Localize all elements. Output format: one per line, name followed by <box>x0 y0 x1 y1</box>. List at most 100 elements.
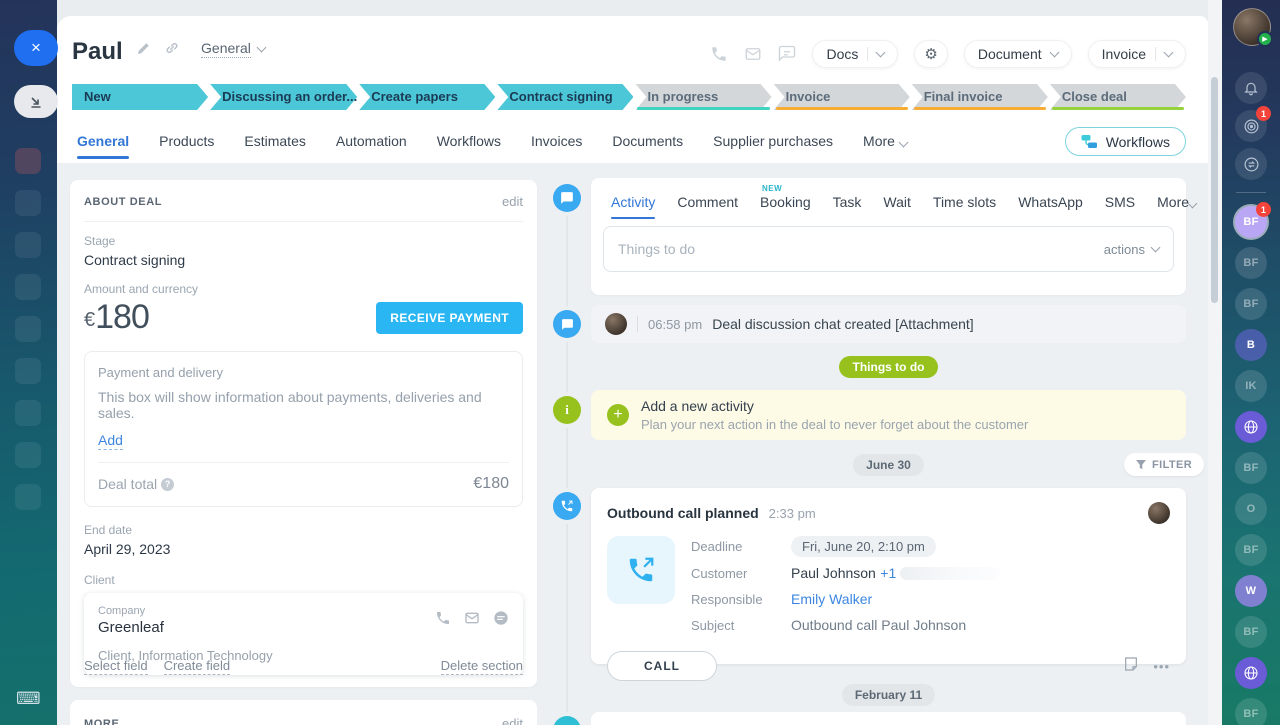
todo-input[interactable] <box>618 241 1094 257</box>
stage-invoice[interactable]: Invoice <box>774 84 910 110</box>
activity-tab-task[interactable]: Task <box>833 194 862 219</box>
sidebar-avatar-globe[interactable] <box>1235 657 1267 689</box>
activity-tab-activity[interactable]: Activity <box>611 194 656 219</box>
call-button[interactable]: CALL <box>607 651 717 681</box>
stage-discussing[interactable]: Discussing an order... <box>210 84 358 110</box>
divider <box>1236 192 1266 193</box>
add-activity-title: Add a new activity <box>641 398 754 414</box>
edit-title-icon[interactable] <box>137 42 150 60</box>
pipeline-selector[interactable]: General <box>201 40 267 58</box>
filter-button[interactable]: FILTER <box>1124 453 1205 476</box>
stage-in-progress[interactable]: In progress <box>635 84 771 110</box>
sidebar-avatar[interactable]: BF <box>1235 698 1267 725</box>
tab-workflows[interactable]: Workflows <box>437 133 501 159</box>
chevron-down-icon <box>1150 242 1161 252</box>
call-card-title: Outbound call planned <box>607 505 759 521</box>
settings-button[interactable]: ⚙ <box>914 40 948 68</box>
invoice-dropdown[interactable]: Invoice <box>1087 40 1186 68</box>
copy-link-icon[interactable] <box>165 41 179 60</box>
chat-icon[interactable] <box>778 45 796 63</box>
docs-dropdown[interactable]: Docs <box>812 40 899 68</box>
scrollbar-track[interactable] <box>1208 0 1222 725</box>
deal-amount: €180 <box>84 298 150 337</box>
client-phone-icon[interactable] <box>435 610 451 631</box>
activity-tabs: Activity Comment NEW Booking Task Wait Ti… <box>603 184 1198 219</box>
funnel-icon <box>1136 459 1146 469</box>
tab-automation[interactable]: Automation <box>336 133 407 159</box>
conversations-button[interactable] <box>1235 148 1267 180</box>
activity-tab-sms[interactable]: SMS <box>1105 194 1135 219</box>
actions-dropdown[interactable]: actions <box>1104 242 1161 257</box>
help-icon[interactable]: ? <box>161 477 175 491</box>
sidebar-avatar[interactable]: BF 1 <box>1235 202 1271 238</box>
add-activity-banner[interactable]: + Add a new activity Plan your next acti… <box>591 390 1186 440</box>
stage-final-invoice[interactable]: Final invoice <box>912 84 1048 110</box>
date-separator-february: February 11 <box>841 684 936 706</box>
stage-new[interactable]: New <box>72 84 208 110</box>
chevron-down-icon <box>898 137 909 148</box>
close-icon: × <box>31 38 41 57</box>
sidebar-avatar[interactable]: B <box>1235 329 1267 361</box>
timeline-line <box>566 192 568 725</box>
tab-invoices[interactable]: Invoices <box>531 133 582 159</box>
client-chat-icon[interactable] <box>493 610 509 631</box>
sidebar-avatar[interactable]: IK <box>1235 370 1267 402</box>
edit-more-link[interactable]: edit <box>502 716 523 725</box>
collapse-panel-button[interactable] <box>14 85 58 118</box>
tab-estimates[interactable]: Estimates <box>244 133 305 159</box>
sidebar-avatar[interactable]: BF <box>1235 616 1267 648</box>
sidebar-avatar[interactable]: BF <box>1235 534 1267 566</box>
client-email-icon[interactable] <box>464 610 480 631</box>
stage-close-deal[interactable]: Close deal <box>1050 84 1186 110</box>
document-dropdown[interactable]: Document <box>963 40 1072 68</box>
receive-payment-button[interactable]: RECEIVE PAYMENT <box>376 301 523 334</box>
stage-contract-signing[interactable]: Contract signing <box>497 84 633 110</box>
notifications-button[interactable] <box>1235 72 1267 104</box>
workflows-button[interactable]: Workflows <box>1064 127 1186 156</box>
activity-tab-wait[interactable]: Wait <box>883 194 910 219</box>
ghost-icon <box>15 148 41 174</box>
phone-icon[interactable] <box>710 45 728 63</box>
currency-symbol: € <box>84 309 96 331</box>
activity-tab-whatsapp[interactable]: WhatsApp <box>1018 194 1083 219</box>
activity-tab-booking[interactable]: NEW Booking <box>760 184 811 219</box>
delete-section-link[interactable]: Delete section <box>440 658 523 675</box>
sidebar-avatar[interactable]: BF <box>1235 288 1267 320</box>
sidebar-avatar-globe[interactable] <box>1235 411 1267 443</box>
sidebar-avatar[interactable]: BF <box>1235 452 1267 484</box>
todo-input-box: actions <box>603 226 1174 272</box>
user-avatar[interactable]: ▶ <box>1233 8 1273 47</box>
activity-tab-more[interactable]: More <box>1157 194 1198 219</box>
activity-tab-comment[interactable]: Comment <box>677 194 738 219</box>
close-button[interactable]: × <box>14 30 58 66</box>
create-field-link[interactable]: Create field <box>163 658 231 675</box>
edit-about-deal-link[interactable]: edit <box>502 194 523 209</box>
activity-composer-card: Activity Comment NEW Booking Task Wait Ti… <box>591 178 1198 295</box>
divider <box>98 462 509 463</box>
note-icon[interactable] <box>1123 656 1139 677</box>
tab-supplier-purchases[interactable]: Supplier purchases <box>713 133 833 159</box>
pipeline-stage-bar: New Discussing an order... Create papers… <box>72 84 1186 110</box>
keyboard-icon[interactable]: ⌨ <box>16 689 41 709</box>
more-options-icon[interactable]: ••• <box>1153 659 1170 674</box>
tab-more[interactable]: More <box>863 133 909 159</box>
scrollbar-thumb[interactable] <box>1211 77 1218 303</box>
email-icon[interactable] <box>744 45 762 63</box>
sidebar-avatar[interactable]: BF <box>1235 247 1267 279</box>
tab-documents[interactable]: Documents <box>612 133 683 159</box>
responsible-value[interactable]: Emily Walker <box>791 591 872 607</box>
stage-create-papers[interactable]: Create papers <box>359 84 495 110</box>
chat-created-event[interactable]: 06:58 pm Deal discussion chat created [A… <box>591 305 1186 343</box>
tab-products[interactable]: Products <box>159 133 214 159</box>
tab-general[interactable]: General <box>77 133 130 159</box>
header-actions: Docs ⚙ Document Invoice <box>710 40 1186 68</box>
customer-phone-prefix[interactable]: +1 <box>880 565 896 581</box>
goals-button[interactable]: 1 <box>1235 106 1271 142</box>
sidebar-avatar[interactable]: O <box>1235 493 1267 525</box>
things-to-do-badge: Things to do <box>838 356 939 378</box>
about-deal-title: ABOUT DEAL <box>84 195 163 208</box>
sidebar-avatar[interactable]: W <box>1235 575 1267 607</box>
select-field-link[interactable]: Select field <box>84 658 148 675</box>
add-payment-link[interactable]: Add <box>98 432 123 450</box>
activity-tab-time-slots[interactable]: Time slots <box>933 194 996 219</box>
